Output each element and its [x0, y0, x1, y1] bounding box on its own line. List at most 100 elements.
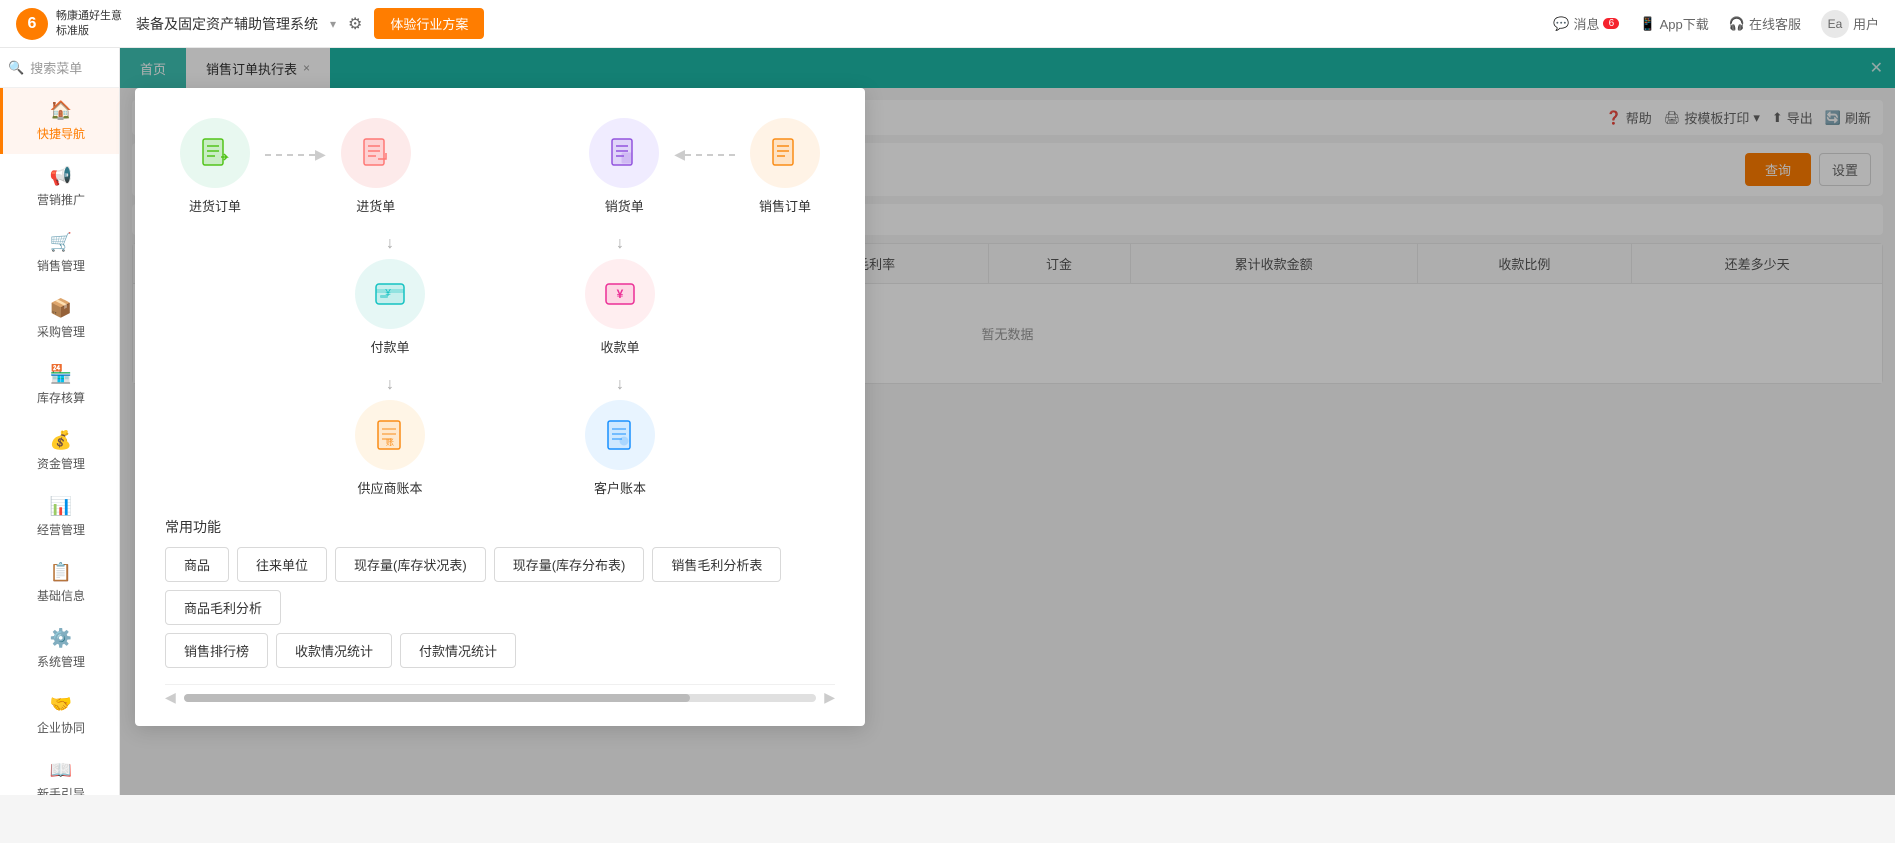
scroll-right-arrow[interactable]: ▶	[824, 689, 835, 706]
trial-button[interactable]: 体验行业方案	[374, 8, 484, 39]
sidebar-item-marketing[interactable]: 📢 营销推广	[0, 154, 119, 220]
cooperation-icon: 🤝	[50, 694, 72, 715]
sidebar-search[interactable]: 🔍 搜索菜单	[0, 48, 119, 88]
search-icon: 🔍	[8, 60, 24, 76]
receipt-label: 收款单	[600, 337, 639, 356]
finance-icon: 💰	[50, 430, 72, 451]
sidebar-item-system[interactable]: ⚙️ 系统管理	[0, 616, 119, 682]
sidebar-item-purchase[interactable]: 📦 采购管理	[0, 286, 119, 352]
system-title: 装备及固定资产辅助管理系统	[136, 14, 318, 34]
purchase-order-label: 进货订单	[189, 196, 241, 215]
settings-icon[interactable]: ⚙	[348, 14, 362, 34]
app-download-label: App下载	[1660, 14, 1709, 33]
func-btn-payment-stats[interactable]: 付款情况统计	[400, 633, 516, 668]
func-btn-stock-dist[interactable]: 现存量(库存分布表)	[494, 547, 645, 582]
top-bar-right: 💬 消息 6 📱 App下载 🎧 在线客服 Ea 用户	[1553, 10, 1879, 38]
app-download-item[interactable]: 📱 App下载	[1639, 14, 1708, 33]
sales-bill-circle	[589, 118, 659, 188]
supplier-ledger-circle: 账	[355, 400, 425, 470]
quick-nav-modal: 进货订单 ▶ 进货单	[135, 88, 865, 726]
message-label: 消息	[1573, 14, 1599, 33]
online-service-icon: 🎧	[1729, 16, 1745, 32]
sidebar-item-label: 企业协同	[37, 719, 85, 736]
system-dropdown-arrow[interactable]: ▾	[330, 17, 336, 31]
online-service-item[interactable]: 🎧 在线客服	[1729, 14, 1801, 33]
sidebar-item-quick-nav[interactable]: 🏠 快捷导航	[0, 88, 119, 154]
purchase-bill-label: 进货单	[356, 196, 395, 215]
scroll-left-arrow[interactable]: ◀	[165, 689, 176, 706]
flow-node-payment[interactable]: ¥ 付款单	[340, 259, 440, 356]
flow-node-receipt[interactable]: ¥ 收款单	[570, 259, 670, 356]
func-btn-goods-profit[interactable]: 商品毛利分析	[165, 590, 281, 625]
sidebar-item-basic-info[interactable]: 📋 基础信息	[0, 550, 119, 616]
scroll-track	[184, 694, 816, 702]
flow-node-supplier-ledger[interactable]: 账 供应商账本	[340, 400, 440, 497]
sidebar-item-label: 资金管理	[37, 455, 85, 472]
basic-info-icon: 📋	[50, 562, 72, 583]
user-initial: Ea	[1828, 17, 1843, 31]
sales-bill-label: 销货单	[605, 196, 644, 215]
flow-node-purchase-bill[interactable]: 进货单	[326, 118, 426, 215]
svg-text:账: 账	[386, 438, 394, 447]
logo-area: 6 畅康通好生意 标准版	[16, 8, 136, 40]
newbie-icon: 📖	[50, 760, 72, 781]
func-btn-sales-rank[interactable]: 销售排行榜	[165, 633, 268, 668]
user-label: 用户	[1853, 14, 1879, 33]
sidebar-item-sales[interactable]: 🛒 销售管理	[0, 220, 119, 286]
svg-text:¥: ¥	[384, 288, 391, 299]
func-btn-receipt-stats[interactable]: 收款情况统计	[276, 633, 392, 668]
customer-ledger-label: 客户账本	[594, 478, 646, 497]
message-item[interactable]: 💬 消息 6	[1553, 14, 1619, 33]
marketing-icon: 📢	[50, 166, 72, 187]
flow-node-sales-order[interactable]: 销售订单	[735, 118, 835, 215]
inventory-icon: 🏪	[50, 364, 72, 385]
sales-order-label: 销售订单	[759, 196, 811, 215]
modal-scrollbar[interactable]: ◀ ▶	[165, 684, 835, 706]
sidebar-item-label: 新手引导	[37, 785, 85, 795]
logo-icon: 6	[16, 8, 48, 40]
app-download-icon: 📱	[1639, 16, 1655, 32]
function-grid-row2: 销售排行榜 收款情况统计 付款情况统计	[165, 633, 835, 668]
sidebar-item-label: 库存核算	[37, 389, 85, 406]
func-btn-partners[interactable]: 往来单位	[237, 547, 327, 582]
function-grid: 商品 往来单位 现存量(库存状况表) 现存量(库存分布表) 销售毛利分析表 商品…	[165, 547, 835, 625]
user-item[interactable]: Ea 用户	[1821, 10, 1879, 38]
quick-nav-icon: 🏠	[50, 100, 72, 121]
sidebar-item-label: 营销推广	[37, 191, 85, 208]
common-functions-section: 常用功能 商品 往来单位 现存量(库存状况表) 现存量(库存分布表) 销售毛利分…	[165, 517, 835, 668]
purchase-order-circle	[180, 118, 250, 188]
sidebar-item-inventory[interactable]: 🏪 库存核算	[0, 352, 119, 418]
search-label: 搜索菜单	[30, 58, 82, 77]
sales-icon: 🛒	[50, 232, 72, 253]
online-service-label: 在线客服	[1749, 14, 1801, 33]
flow-node-customer-ledger[interactable]: 客户账本	[570, 400, 670, 497]
payment-label: 付款单	[370, 337, 409, 356]
flow-node-purchase-order[interactable]: 进货订单	[165, 118, 265, 215]
func-btn-stock-status[interactable]: 现存量(库存状况表)	[335, 547, 486, 582]
supplier-ledger-label: 供应商账本	[357, 478, 422, 497]
sidebar-item-label: 销售管理	[37, 257, 85, 274]
func-btn-sales-profit[interactable]: 销售毛利分析表	[652, 547, 781, 582]
user-avatar: Ea	[1821, 10, 1849, 38]
sidebar-item-label: 快捷导航	[37, 125, 85, 142]
operations-icon: 📊	[50, 496, 72, 517]
sales-order-circle	[750, 118, 820, 188]
sidebar-item-operations[interactable]: 📊 经营管理	[0, 484, 119, 550]
common-functions-title: 常用功能	[165, 517, 835, 537]
payment-circle: ¥	[355, 259, 425, 329]
func-btn-goods[interactable]: 商品	[165, 547, 229, 582]
sidebar-item-finance[interactable]: 💰 资金管理	[0, 418, 119, 484]
sidebar-item-label: 经营管理	[37, 521, 85, 538]
scroll-thumb	[184, 694, 690, 702]
sidebar-item-newbie[interactable]: 📖 新手引导	[0, 748, 119, 795]
purchase-bill-circle	[341, 118, 411, 188]
flow-node-sales-bill[interactable]: 销货单	[574, 118, 674, 215]
logo-text: 畅康通好生意 标准版	[56, 9, 122, 38]
sidebar-item-label: 系统管理	[37, 653, 85, 670]
customer-ledger-circle	[585, 400, 655, 470]
message-icon: 💬	[1553, 16, 1569, 32]
receipt-circle: ¥	[585, 259, 655, 329]
sidebar-item-cooperation[interactable]: 🤝 企业协同	[0, 682, 119, 748]
top-bar-center: 装备及固定资产辅助管理系统 ▾ ⚙ 体验行业方案	[136, 8, 1553, 39]
message-badge: 6	[1603, 18, 1619, 29]
